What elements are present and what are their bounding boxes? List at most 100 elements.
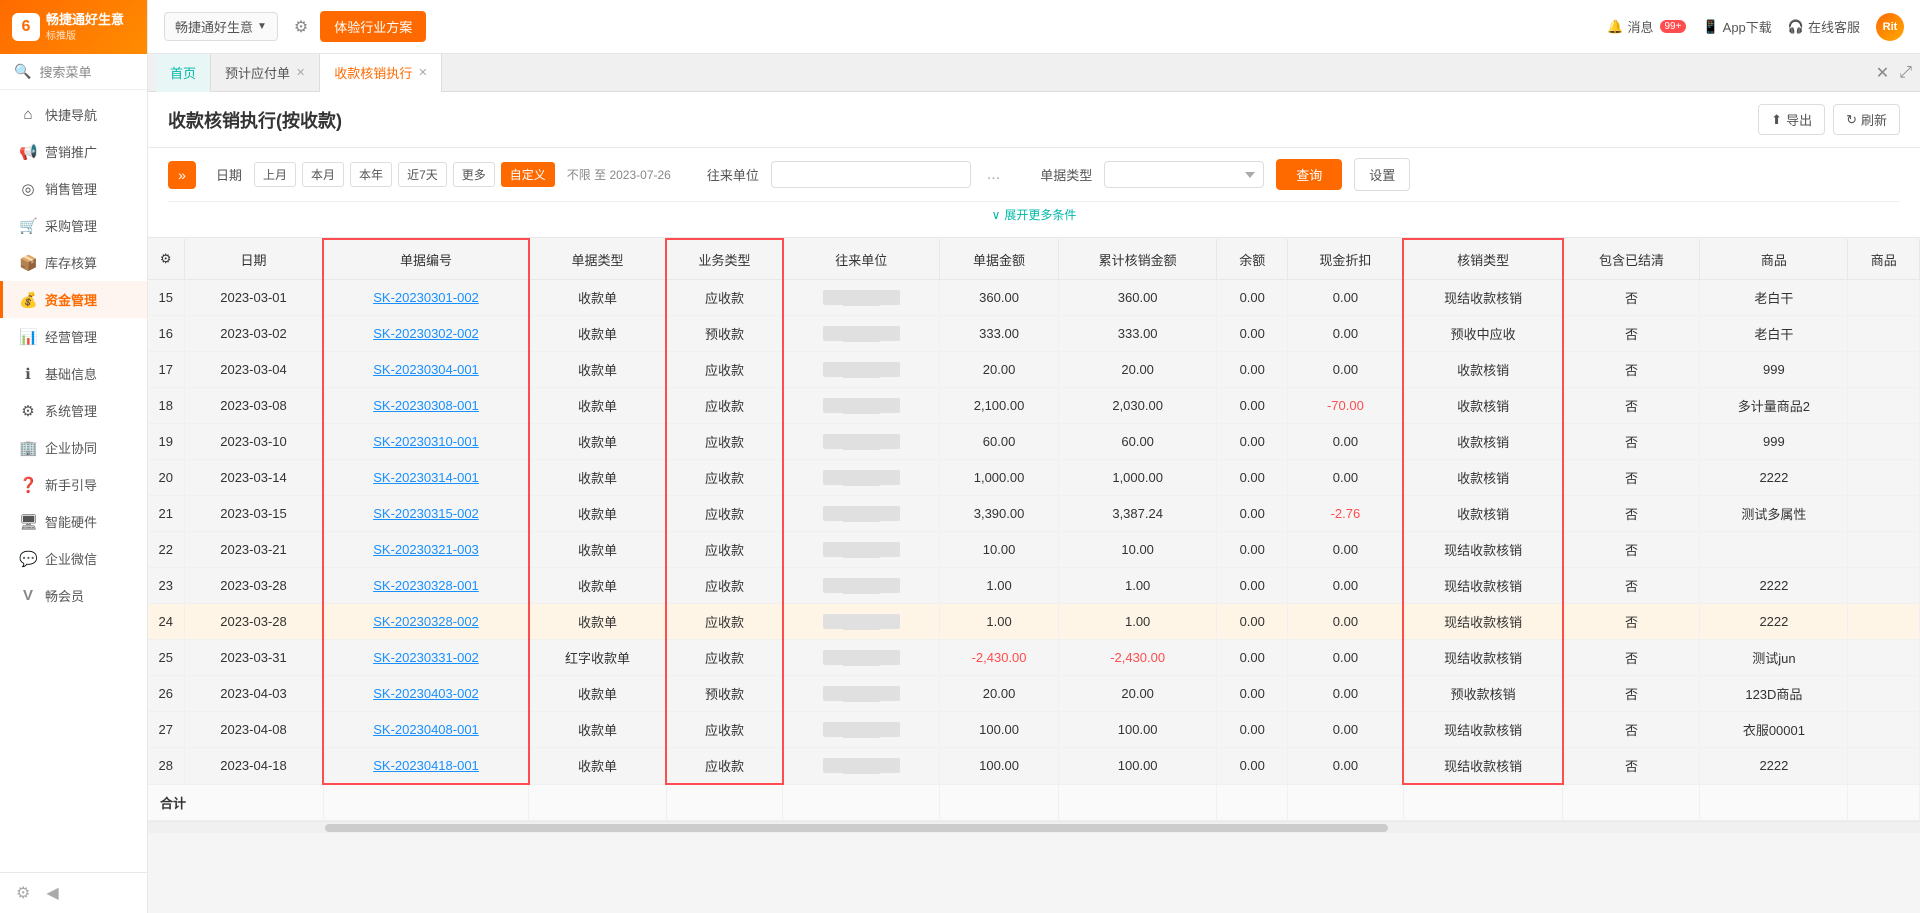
- cell-biztype: 应收款: [666, 280, 782, 316]
- sidebar-item-finance[interactable]: 💰 资金管理: [0, 281, 147, 318]
- user-avatar[interactable]: Rit: [1876, 13, 1904, 41]
- col-settings-header[interactable]: ⚙: [148, 239, 184, 280]
- cell-goods: 老白干: [1700, 280, 1848, 316]
- cell-balance: 0.00: [1217, 712, 1288, 748]
- cell-doctype: 收款单: [529, 460, 667, 496]
- expand-tabs-icon[interactable]: ⤢: [1899, 64, 1912, 82]
- cell-verifytype: 预收款核销: [1403, 676, 1562, 712]
- cell-partner: ████: [783, 604, 940, 640]
- export-button[interactable]: ⬆ 导出: [1758, 104, 1825, 135]
- doc-link[interactable]: SK-20230331-002: [373, 650, 479, 665]
- sidebar-item-hardware[interactable]: 🖥 智能硬件: [0, 503, 147, 540]
- cell-verified: 1.00: [1059, 568, 1217, 604]
- sidebar-item-quick-nav[interactable]: ⌂ 快捷导航: [0, 96, 147, 133]
- sidebar-item-corp[interactable]: 🏢 企业协同: [0, 429, 147, 466]
- app-download-button[interactable]: 📱 App下载: [1702, 17, 1771, 36]
- page-actions: ⬆ 导出 ↻ 刷新: [1758, 104, 1900, 135]
- date-last-month-btn[interactable]: 上月: [254, 162, 296, 187]
- doc-link[interactable]: SK-20230328-002: [373, 614, 479, 629]
- date-more-btn[interactable]: 更多: [453, 162, 495, 187]
- tab-close-receivable[interactable]: ✕: [418, 66, 427, 79]
- doc-link[interactable]: SK-20230408-001: [373, 722, 479, 737]
- industry-solution-button[interactable]: 体验行业方案: [320, 11, 426, 42]
- sidebar-item-basic[interactable]: ℹ 基础信息: [0, 355, 147, 392]
- table-footer-row: 合计: [148, 784, 1920, 820]
- filter-expand-toggle[interactable]: »: [168, 161, 196, 189]
- sidebar-item-wechat[interactable]: 💬 企业微信: [0, 540, 147, 577]
- collapse-icon[interactable]: ◀: [46, 883, 58, 903]
- cell-biztype: 应收款: [666, 568, 782, 604]
- cell-partner: ████: [783, 640, 940, 676]
- sidebar-item-guide[interactable]: ❓ 新手引导: [0, 466, 147, 503]
- cell-verified: 1.00: [1059, 604, 1217, 640]
- tab-home[interactable]: 首页: [156, 54, 211, 92]
- cell-doctype: 收款单: [529, 316, 667, 352]
- doc-link[interactable]: SK-20230302-002: [373, 326, 479, 341]
- search-menu[interactable]: 🔍 搜索菜单: [0, 54, 147, 90]
- cell-biztype: 预收款: [666, 676, 782, 712]
- table-scrollbar[interactable]: [148, 821, 1920, 833]
- col-settled-header: 包含已结清: [1563, 239, 1700, 280]
- doc-link[interactable]: SK-20230403-002: [373, 686, 479, 701]
- cell-no: 16: [148, 316, 184, 352]
- query-button[interactable]: 查询: [1276, 159, 1342, 190]
- doc-link[interactable]: SK-20230308-001: [373, 398, 479, 413]
- partner-filter-input[interactable]: [771, 161, 971, 188]
- doc-link[interactable]: SK-20230314-001: [373, 470, 479, 485]
- footer-discount: [1288, 784, 1403, 820]
- tab-prepay[interactable]: 预计应付单 ✕: [211, 54, 320, 92]
- date-7days-btn[interactable]: 近7天: [398, 162, 447, 187]
- cell-verifytype: 收款核销: [1403, 460, 1562, 496]
- cell-amount: 100.00: [939, 748, 1058, 785]
- sidebar-item-system[interactable]: ⚙ 系统管理: [0, 392, 147, 429]
- cell-verifytype: 现结收款核销: [1403, 712, 1562, 748]
- settings-icon[interactable]: ⚙: [294, 17, 308, 37]
- date-this-year-btn[interactable]: 本年: [350, 162, 392, 187]
- doc-link[interactable]: SK-20230321-003: [373, 542, 479, 557]
- sidebar-item-marketing[interactable]: 📢 营销推广: [0, 133, 147, 170]
- tab-close-prepay[interactable]: ✕: [296, 66, 305, 79]
- sidebar-item-sales[interactable]: ◎ 销售管理: [0, 170, 147, 207]
- messages-button[interactable]: 🔔 消息 99+: [1607, 17, 1686, 36]
- doc-link[interactable]: SK-20230418-001: [373, 758, 479, 773]
- cell-settled: 否: [1563, 532, 1700, 568]
- doc-link[interactable]: SK-20230315-002: [373, 506, 479, 521]
- doc-link[interactable]: SK-20230328-001: [373, 578, 479, 593]
- date-custom-btn[interactable]: 自定义: [501, 162, 555, 187]
- cell-amount: 333.00: [939, 316, 1058, 352]
- settings-bottom-icon[interactable]: ⚙: [16, 883, 30, 903]
- date-filter-buttons: 上月 本月 本年 近7天 更多 自定义: [254, 162, 555, 187]
- app-version: 标推版: [46, 27, 124, 42]
- col-partner-header: 往来单位: [783, 239, 940, 280]
- doc-link[interactable]: SK-20230301-002: [373, 290, 479, 305]
- refresh-button[interactable]: ↻ 刷新: [1833, 104, 1900, 135]
- cell-docno: SK-20230308-001: [323, 388, 528, 424]
- footer-verifytype: [1403, 784, 1562, 820]
- tab-receivable[interactable]: 收款核销执行 ✕: [320, 54, 442, 92]
- workspace-dropdown[interactable]: 畅捷通好生意 ▼: [164, 12, 278, 41]
- cell-docno: SK-20230310-001: [323, 424, 528, 460]
- cell-settled: 否: [1563, 712, 1700, 748]
- close-all-icon[interactable]: ✕: [1876, 63, 1889, 83]
- doc-link[interactable]: SK-20230304-001: [373, 362, 479, 377]
- cell-docno: SK-20230331-002: [323, 640, 528, 676]
- date-this-month-btn[interactable]: 本月: [302, 162, 344, 187]
- cell-amount: 1.00: [939, 604, 1058, 640]
- expand-more-conditions[interactable]: ∨ 展开更多条件: [168, 201, 1900, 227]
- sidebar-item-inventory[interactable]: 📦 库存核算: [0, 244, 147, 281]
- doc-link[interactable]: SK-20230310-001: [373, 434, 479, 449]
- doc-type-select[interactable]: [1104, 161, 1264, 188]
- table-header-row: ⚙ 日期 单据编号 单据类型 业务类型 往来单位 单据金额 累计核销金额 余额 …: [148, 239, 1920, 280]
- settings-button[interactable]: 设置: [1354, 158, 1410, 191]
- cell-settled: 否: [1563, 676, 1700, 712]
- cell-goods: 999: [1700, 352, 1848, 388]
- footer-doctype: [529, 784, 667, 820]
- online-service-button[interactable]: 🎧 在线客服: [1788, 17, 1860, 36]
- sidebar-item-operation[interactable]: 📊 经营管理: [0, 318, 147, 355]
- sidebar-item-vip[interactable]: V 畅会员: [0, 577, 147, 614]
- chevron-down-icon: ▼: [257, 21, 267, 32]
- col-balance-header: 余额: [1217, 239, 1288, 280]
- cell-docno: SK-20230304-001: [323, 352, 528, 388]
- scrollbar-thumb[interactable]: [325, 824, 1388, 832]
- sidebar-item-purchase[interactable]: 🛒 采购管理: [0, 207, 147, 244]
